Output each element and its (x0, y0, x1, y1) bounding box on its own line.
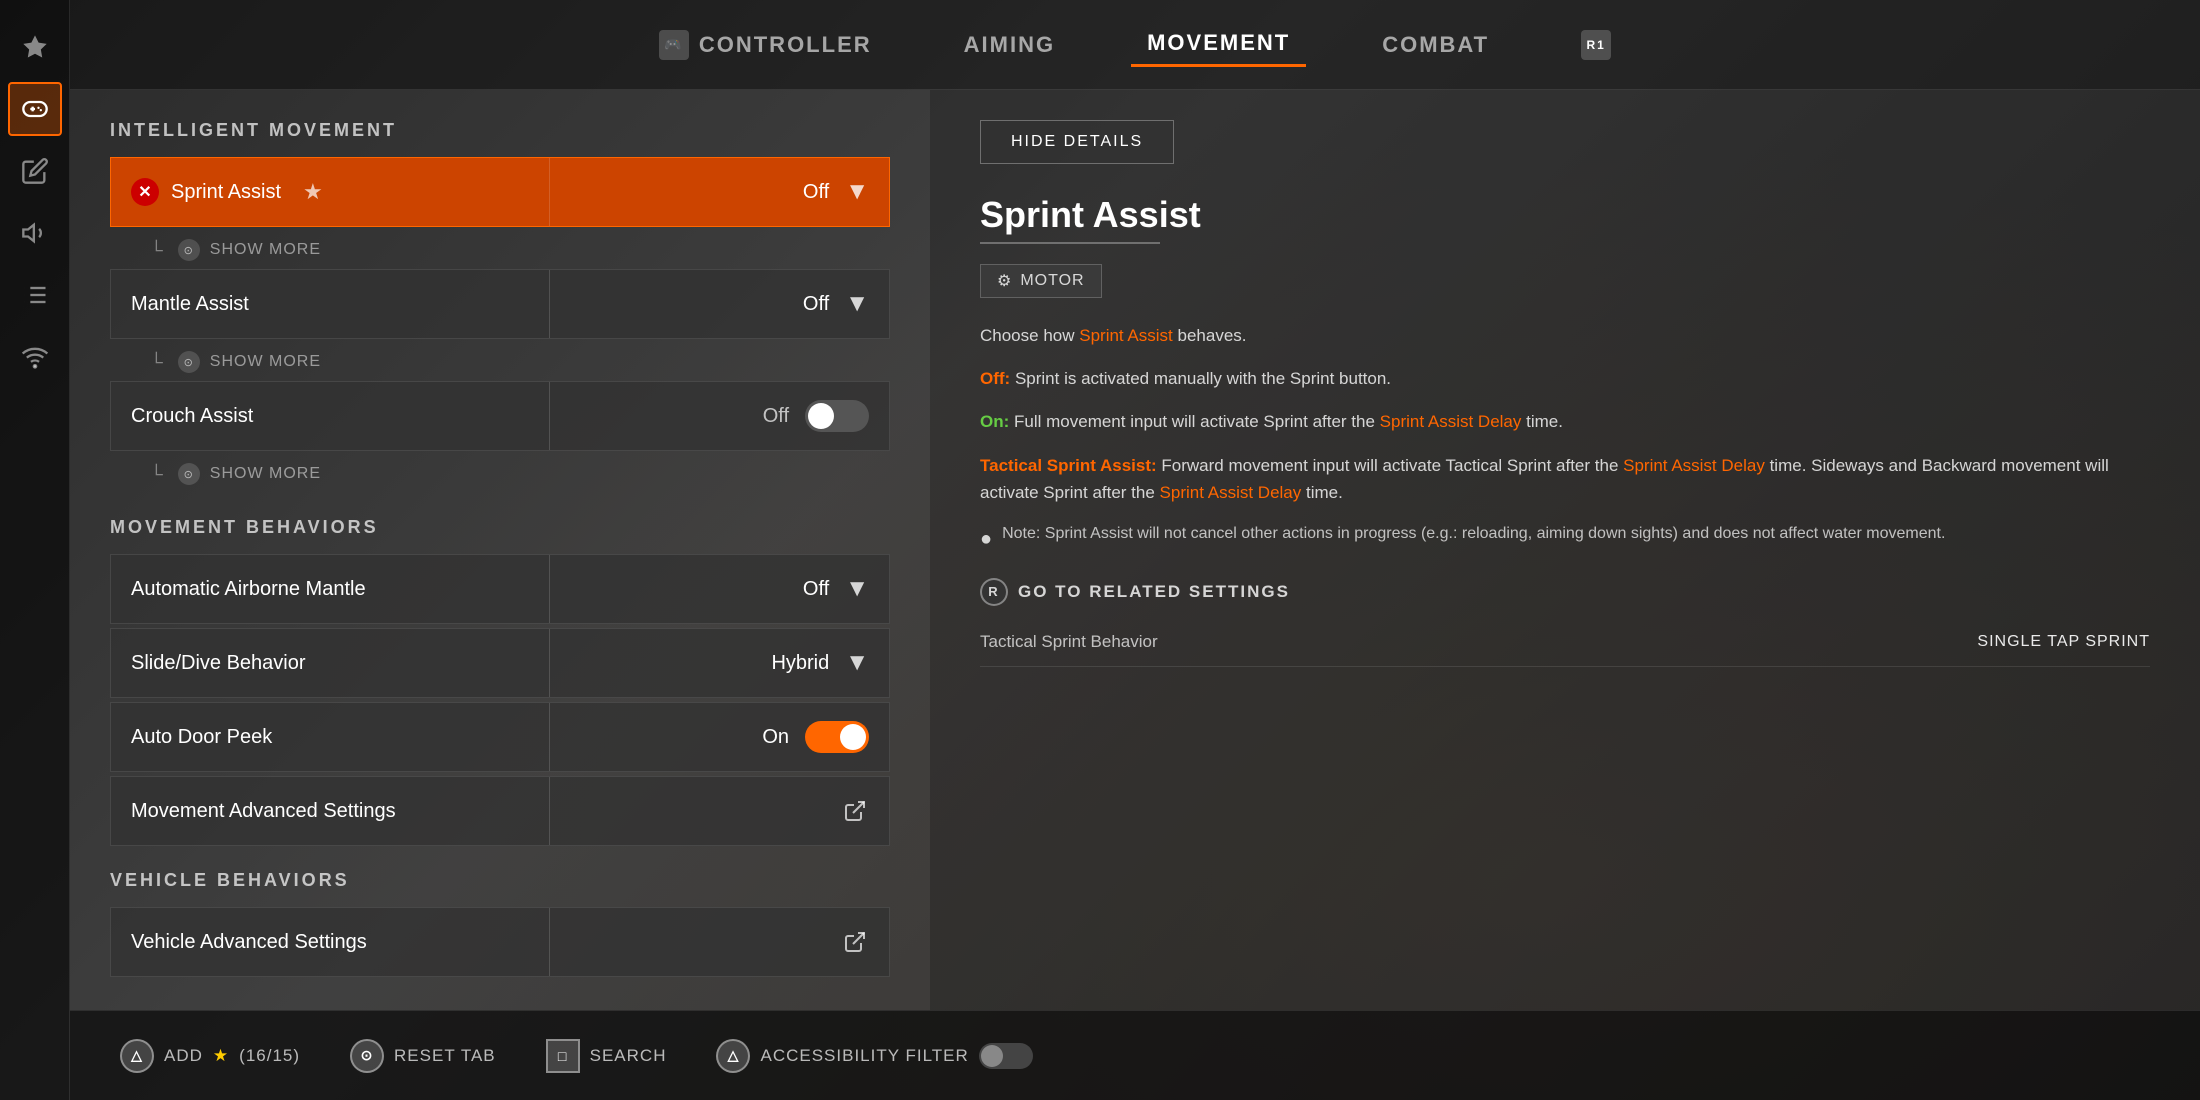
hide-details-button[interactable]: HIDE DETAILS (980, 120, 1174, 164)
toggle-knob (808, 403, 834, 429)
related-header: R GO TO RELATED SETTINGS (980, 578, 2150, 606)
related-settings: R GO TO RELATED SETTINGS Tactical Sprint… (980, 578, 2150, 667)
settings-right: HIDE DETAILS Sprint Assist ⚙ MOTOR Choos… (930, 90, 2200, 1010)
mantle-assist-value: Off ▼ (549, 270, 889, 338)
related-row-tactical[interactable]: Tactical Sprint Behavior SINGLE TAP SPRI… (980, 618, 2150, 667)
movement-advanced-label: Movement Advanced Settings (111, 800, 549, 823)
main-area: 🎮 CONTROLLER AIMING MOVEMENT COMBAT R1 I… (70, 0, 2200, 1100)
crouch-assist-row[interactable]: Crouch Assist Off (110, 381, 890, 451)
show-more-crouch-icon: ⊙ (178, 463, 200, 485)
square-button: □ (546, 1039, 580, 1073)
sprint-assist-highlight: Sprint Assist (1079, 326, 1173, 345)
auto-airborne-mantle-label: Automatic Airborne Mantle (111, 578, 549, 601)
r-button-icon: R (980, 578, 1008, 606)
slide-dive-label: Slide/Dive Behavior (111, 652, 549, 675)
settings-panel: INTELLIGENT MOVEMENT ✕ Sprint Assist ★ O… (70, 90, 2200, 1010)
show-more-crouch[interactable]: └ ⊙ SHOW MORE (110, 455, 890, 493)
chevron-down-mantle-icon: ▼ (845, 290, 869, 318)
detail-description: Choose how Sprint Assist behaves. (980, 322, 2150, 349)
mantle-assist-row[interactable]: Mantle Assist Off ▼ (110, 269, 890, 339)
accessibility-toggle[interactable] (979, 1043, 1033, 1069)
sprint-assist-value: Off ▼ (549, 158, 889, 226)
auto-airborne-mantle-row[interactable]: Automatic Airborne Mantle Off ▼ (110, 554, 890, 624)
detail-on-description: On: Full movement input will activate Sp… (980, 408, 2150, 435)
chevron-down-slide-icon: ▼ (845, 649, 869, 677)
related-row-label: Tactical Sprint Behavior (980, 632, 1158, 652)
toggle-knob-on (840, 724, 866, 750)
external-link-movement-icon (841, 797, 869, 825)
external-link-vehicle-icon (841, 928, 869, 956)
show-more-sprint[interactable]: └ ⊙ SHOW MORE (110, 231, 890, 269)
sidebar-item-list[interactable] (8, 268, 62, 322)
star-count-text: (16/15) (239, 1046, 300, 1066)
mantle-assist-label: Mantle Assist (111, 293, 549, 316)
detail-tactical-description: Tactical Sprint Assist: Forward movement… (980, 452, 2150, 506)
crouch-assist-label: Crouch Assist (111, 405, 549, 428)
sidebar-item-gamepad[interactable] (8, 82, 62, 136)
auto-door-peek-value: On (549, 703, 889, 771)
slide-dive-row[interactable]: Slide/Dive Behavior Hybrid ▼ (110, 628, 890, 698)
sidebar-item-edit[interactable] (8, 144, 62, 198)
add-action[interactable]: △ ADD ★ (16/15) (120, 1039, 300, 1073)
a-button-icon: △ (716, 1039, 750, 1073)
sidebar-item-network[interactable] (8, 330, 62, 384)
sidebar-item-audio[interactable] (8, 206, 62, 260)
star-count: ★ (213, 1046, 229, 1066)
related-row-value: SINGLE TAP SPRINT (1977, 633, 2150, 651)
sprint-assist-label: ✕ Sprint Assist ★ (111, 178, 549, 206)
chevron-down-airborne-icon: ▼ (845, 575, 869, 603)
gear-icon: ⚙ (997, 271, 1012, 291)
search-action[interactable]: □ SEARCH (546, 1039, 667, 1073)
settings-left: INTELLIGENT MOVEMENT ✕ Sprint Assist ★ O… (70, 90, 930, 1010)
reset-tab-action[interactable]: ⊙ RESET TAB (350, 1039, 496, 1073)
show-more-mantle[interactable]: └ ⊙ SHOW MORE (110, 343, 890, 381)
vehicle-advanced-label: Vehicle Advanced Settings (111, 931, 549, 954)
indent-arrow-icon: └ (150, 240, 164, 261)
detail-title: Sprint Assist (980, 194, 2150, 236)
motor-tag: ⚙ MOTOR (980, 264, 1102, 298)
nav-tab-aiming[interactable]: AIMING (948, 24, 1071, 66)
intelligent-movement-title: INTELLIGENT MOVEMENT (110, 120, 890, 141)
sprint-assist-row[interactable]: ✕ Sprint Assist ★ Off ▼ (110, 157, 890, 227)
auto-door-peek-row[interactable]: Auto Door Peek On (110, 702, 890, 772)
accessibility-filter-action[interactable]: △ ACCESSIBILITY FILTER (716, 1039, 1032, 1073)
movement-advanced-row[interactable]: Movement Advanced Settings (110, 776, 890, 846)
accessibility-toggle-knob (981, 1045, 1003, 1067)
sidebar-item-star[interactable] (8, 20, 62, 74)
auto-airborne-mantle-value: Off ▼ (549, 555, 889, 623)
r1-icon: R1 (1581, 30, 1611, 60)
crouch-assist-value: Off (549, 382, 889, 450)
vehicle-advanced-value (549, 908, 889, 976)
movement-advanced-value (549, 777, 889, 845)
show-more-sprint-icon: ⊙ (178, 239, 200, 261)
sidebar (0, 0, 70, 1100)
nav-tab-controller[interactable]: 🎮 CONTROLLER (643, 22, 888, 68)
slide-dive-value: Hybrid ▼ (549, 629, 889, 697)
bottom-bar: △ ADD ★ (16/15) ⊙ RESET TAB □ SEARCH △ A… (70, 1010, 2200, 1100)
nav-tab-combat[interactable]: COMBAT (1366, 24, 1505, 66)
detail-off-description: Off: Sprint is activated manually with t… (980, 365, 2150, 392)
triangle-button: △ (120, 1039, 154, 1073)
movement-behaviors-title: MOVEMENT BEHAVIORS (110, 517, 890, 538)
show-more-mantle-icon: ⊙ (178, 351, 200, 373)
auto-door-peek-label: Auto Door Peek (111, 726, 549, 749)
auto-door-peek-toggle[interactable] (805, 721, 869, 753)
top-nav: 🎮 CONTROLLER AIMING MOVEMENT COMBAT R1 (70, 0, 2200, 90)
chevron-down-icon: ▼ (845, 178, 869, 206)
controller-icon: 🎮 (659, 30, 689, 60)
star-favorite-icon: ★ (303, 179, 323, 205)
crouch-assist-toggle[interactable] (805, 400, 869, 432)
circle-button: ⊙ (350, 1039, 384, 1073)
vehicle-behaviors-title: VEHICLE BEHAVIORS (110, 870, 890, 891)
indent-arrow-crouch-icon: └ (150, 464, 164, 485)
nav-tab-r1[interactable]: R1 (1565, 22, 1627, 68)
x-button-icon: ✕ (131, 178, 159, 206)
vehicle-advanced-row[interactable]: Vehicle Advanced Settings (110, 907, 890, 977)
bullet-icon: ● (980, 524, 992, 554)
detail-note: ● Note: Sprint Assist will not cancel ot… (980, 522, 2150, 554)
indent-arrow-mantle-icon: └ (150, 352, 164, 373)
nav-tab-movement[interactable]: MOVEMENT (1131, 22, 1306, 67)
detail-underline (980, 242, 1160, 244)
